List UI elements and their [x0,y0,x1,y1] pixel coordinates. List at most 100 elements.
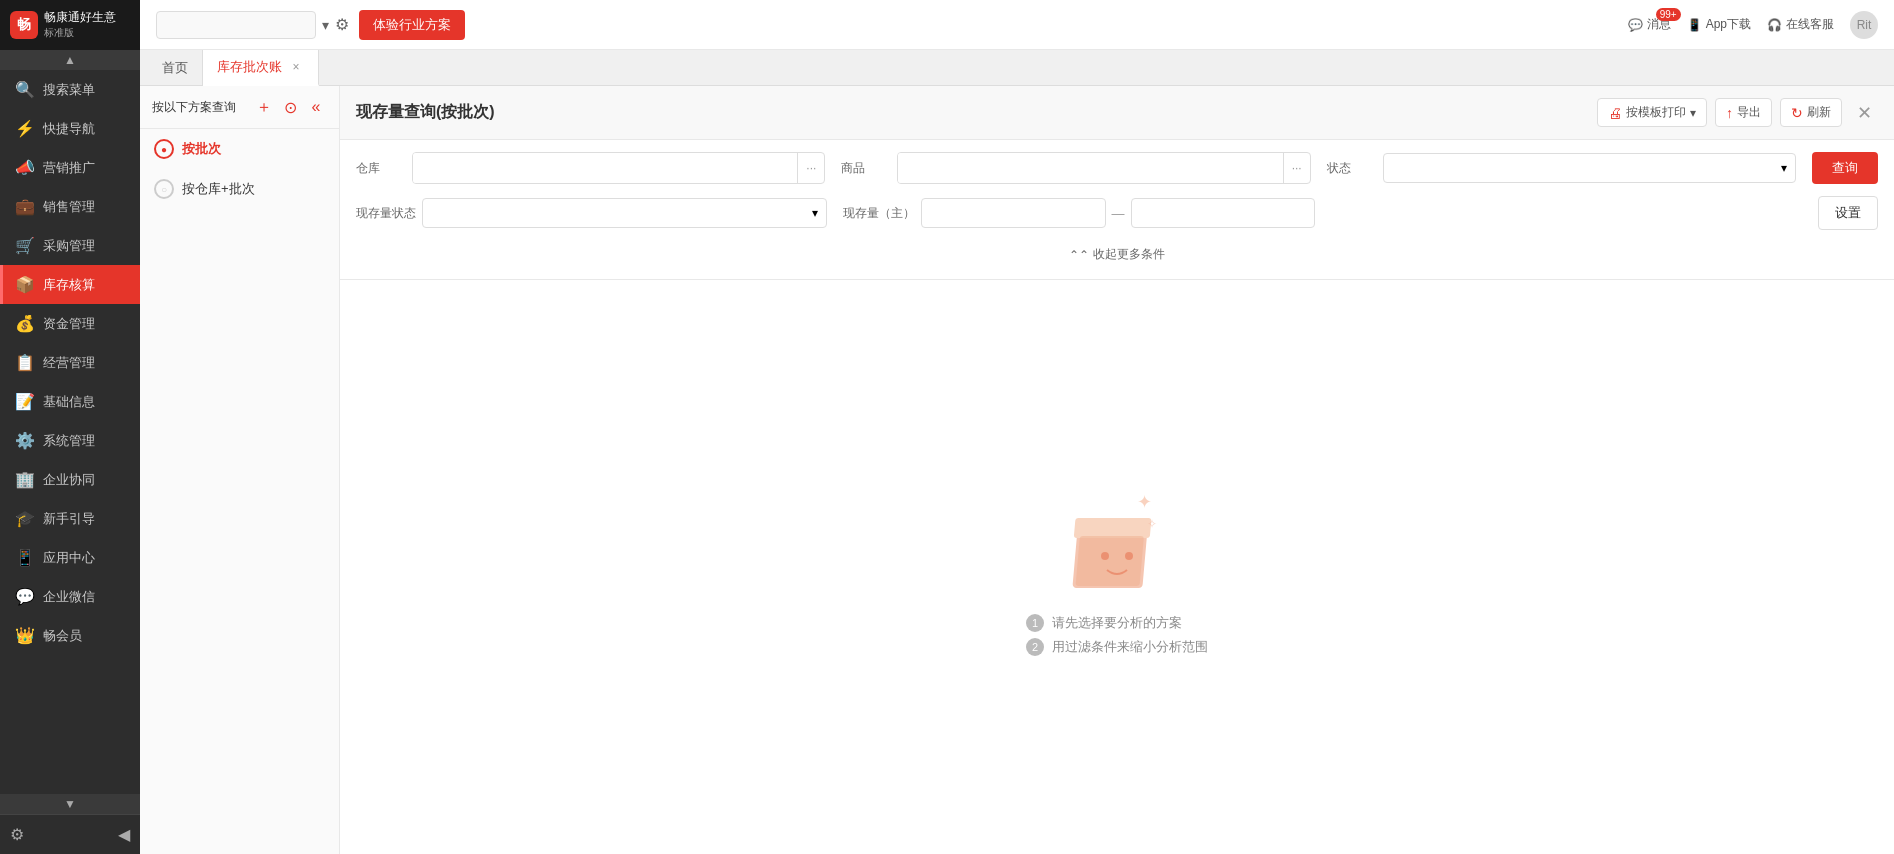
nav-icon-quick-nav: ⚡ [15,119,35,138]
sidebar-item-purchase[interactable]: 🛒采购管理 [0,226,140,265]
svg-rect-1 [1074,518,1152,538]
empty-svg: ✦ ✧ [1057,478,1177,598]
nav-label-marketing: 营销推广 [43,159,95,177]
inventory-status-dropdown[interactable]: ▾ [422,198,827,228]
product-field: 商品 ··· [841,152,1310,184]
sidebar-scroll-up[interactable]: ▲ [0,50,140,70]
sidebar-item-wechat[interactable]: 💬企业微信 [0,577,140,616]
sidebar-item-member[interactable]: 👑畅会员 [0,616,140,655]
warehouse-dots-btn[interactable]: ··· [797,153,824,183]
sidebar-item-basic-info[interactable]: 📝基础信息 [0,382,140,421]
sidebar-item-marketing[interactable]: 📣营销推广 [0,148,140,187]
print-btn[interactable]: 🖨 按模板打印 ▾ [1597,98,1707,127]
sidebar-item-operations[interactable]: 📋经营管理 [0,343,140,382]
product-input-wrapper: ··· [897,152,1310,184]
scheme-label-by-warehouse-batch: 按仓库+批次 [182,180,255,198]
nav-icon-guide: 🎓 [15,509,35,528]
empty-illustration: ✦ ✧ [1057,478,1177,598]
collapse-btn[interactable]: ⌃⌃ 收起更多条件 [1069,246,1165,263]
nav-label-search: 搜索菜单 [43,81,95,99]
tab-label-home: 首页 [162,59,188,77]
topbar-search-input[interactable] [156,11,316,39]
nav-label-app-center: 应用中心 [43,549,95,567]
app-info: 畅康通好生意 标准版 [44,10,116,40]
nav-label-member: 畅会员 [43,627,82,645]
nav-label-inventory: 库存核算 [43,276,95,294]
product-input[interactable] [898,153,1282,183]
collapse-icon[interactable]: ◀ [118,825,130,844]
messages-btn[interactable]: 💬 消息 99+ [1628,16,1671,33]
avatar: Rit [1850,11,1878,39]
sidebar-item-finance[interactable]: 💰资金管理 [0,304,140,343]
trial-btn[interactable]: 体验行业方案 [359,10,465,40]
tab-label-inventory-batch: 库存批次账 [217,58,282,76]
svg-rect-2 [1076,536,1144,586]
status-dropdown[interactable]: ▾ [1383,153,1796,183]
inventory-status-label: 现存量状态 [356,205,416,222]
filter-panel-header: 按以下方案查询 ＋ ⊙ « [140,86,339,129]
messages-badge: 99+ [1656,8,1681,21]
inventory-status-field: 现存量状态 ▾ [356,198,827,228]
scheme-item-by-warehouse-batch[interactable]: ○ 按仓库+批次 [140,169,339,209]
sidebar-item-quick-nav[interactable]: ⚡ 快捷导航 [0,109,140,148]
query-btn[interactable]: 查询 [1812,152,1878,184]
tab-close-inventory-batch[interactable]: × [288,59,304,75]
user-avatar-btn[interactable]: Rit [1850,11,1878,39]
search-form: 仓库 ··· 商品 ··· 状态 [340,140,1894,280]
nav-icon-operations: 📋 [15,353,35,372]
nav-label-basic-info: 基础信息 [43,393,95,411]
page-header-actions: 🖨 按模板打印 ▾ ↑ 导出 ↻ 刷新 ✕ [1597,98,1878,127]
nav-icon-wechat: 💬 [15,587,35,606]
qty-max-input[interactable] [1131,198,1315,228]
scheme-active-icon: ● [154,139,174,159]
tab-inventory-batch[interactable]: 库存批次账 × [203,50,319,86]
settings-icon[interactable]: ⚙ [10,825,24,844]
tip-num-1: 1 [1026,614,1044,632]
content-area: 现存量查询(按批次) 🖨 按模板打印 ▾ ↑ 导出 ↻ 刷新 [340,86,1894,854]
sidebar-scroll-down[interactable]: ▼ [0,794,140,814]
nav-icon-finance: 💰 [15,314,35,333]
scheme-settings-btn[interactable]: ⊙ [279,96,301,118]
filter-panel: 按以下方案查询 ＋ ⊙ « ● 按批次 ○ 按仓库+批次 [140,86,340,854]
nav-icon-inventory: 📦 [15,275,35,294]
warehouse-input[interactable] [413,153,797,183]
sidebar-item-system[interactable]: ⚙️系统管理 [0,421,140,460]
topbar: ▾ ⚙ 体验行业方案 💬 消息 99+ 📱 App下载 🎧 在线客服 Rit [140,0,1894,50]
topbar-dropdown-btn[interactable]: ▾ [322,17,329,33]
sidebar-item-search[interactable]: 🔍搜索菜单 [0,70,140,109]
collapse-row: ⌃⌃ 收起更多条件 [356,242,1878,267]
page-header: 现存量查询(按批次) 🖨 按模板打印 ▾ ↑ 导出 ↻ 刷新 [340,86,1894,140]
online-service-btn[interactable]: 🎧 在线客服 [1767,16,1834,33]
export-icon: ↑ [1726,105,1733,121]
app-download-btn[interactable]: 📱 App下载 [1687,16,1751,33]
app-version: 标准版 [44,26,116,40]
settings-btn[interactable]: 设置 [1818,196,1878,230]
page-close-btn[interactable]: ✕ [1850,99,1878,127]
sidebar-item-enterprise[interactable]: 🏢企业协同 [0,460,140,499]
refresh-btn[interactable]: ↻ 刷新 [1780,98,1842,127]
sidebar-item-guide[interactable]: 🎓新手引导 [0,499,140,538]
collapse-panel-btn[interactable]: « [305,96,327,118]
main-wrapper: ▾ ⚙ 体验行业方案 💬 消息 99+ 📱 App下载 🎧 在线客服 Rit [140,0,1894,854]
nav-icon-sales: 💼 [15,197,35,216]
tab-bar: 首页 库存批次账 × [140,50,1894,86]
empty-tips: 1 请先选择要分析的方案 2 用过滤条件来缩小分析范围 [1026,614,1208,656]
scheme-item-by-batch[interactable]: ● 按批次 [140,129,339,169]
nav-icon-enterprise: 🏢 [15,470,35,489]
warehouse-label: 仓库 [356,160,406,177]
qty-dash: — [1112,206,1125,221]
product-dots-btn[interactable]: ··· [1283,153,1310,183]
svg-text:✧: ✧ [1147,517,1157,531]
tab-home[interactable]: 首页 [148,50,203,86]
qty-min-input[interactable] [921,198,1105,228]
sidebar-item-app-center[interactable]: 📱应用中心 [0,538,140,577]
topbar-gear-icon[interactable]: ⚙ [335,15,349,34]
print-dropdown-icon: ▾ [1690,106,1696,120]
sidebar-item-inventory[interactable]: 📦 库存核算 [0,265,140,304]
form-row-1: 仓库 ··· 商品 ··· 状态 [356,152,1878,184]
export-btn[interactable]: ↑ 导出 [1715,98,1772,127]
nav-label-quick-nav: 快捷导航 [43,120,95,138]
add-scheme-btn[interactable]: ＋ [253,96,275,118]
sidebar-item-sales[interactable]: 💼销售管理 [0,187,140,226]
app-title: 畅康通好生意 [44,10,116,26]
